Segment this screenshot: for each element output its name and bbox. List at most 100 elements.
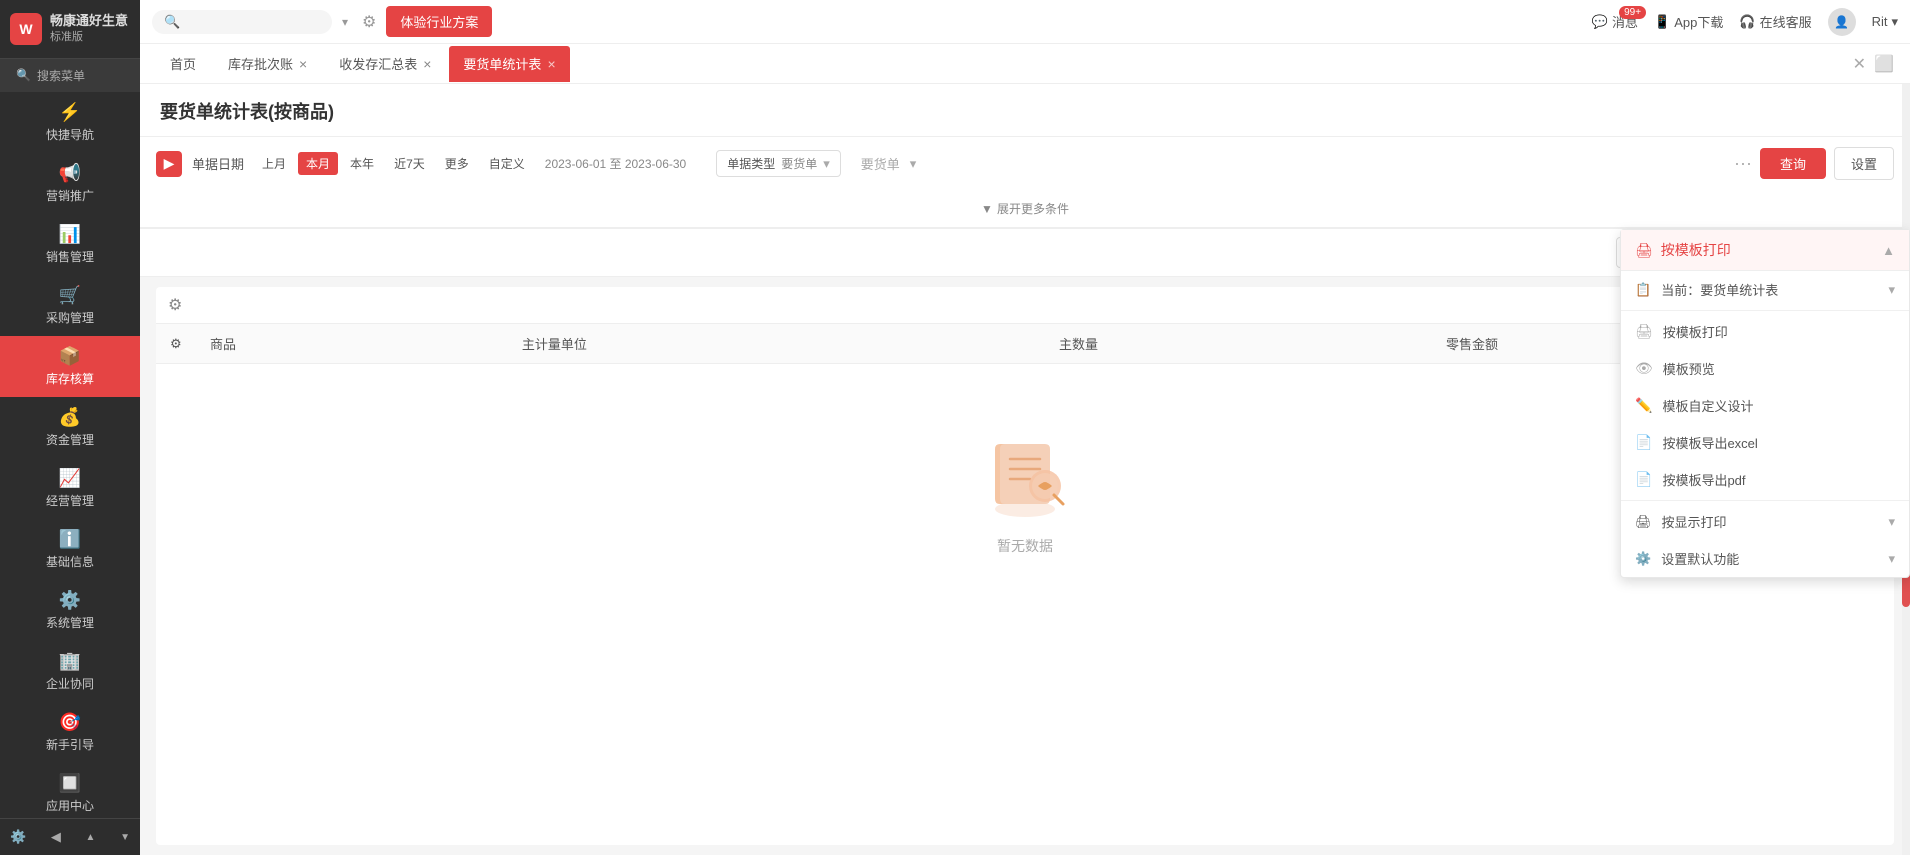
filter-type-selector[interactable]: 单据类型 要货单 ▾	[716, 150, 841, 177]
search-input[interactable]	[180, 15, 300, 29]
query-btn[interactable]: 查询	[1760, 148, 1826, 179]
tab-inventory-batch[interactable]: 库存批次账 ×	[214, 46, 321, 82]
message-icon: 💬	[1592, 14, 1608, 30]
settings-icon[interactable]: ⚙️	[10, 829, 26, 845]
sidebar-item-icon: 📦	[59, 346, 81, 367]
dropdown-current-template[interactable]: 📋 当前：要货单统计表 ▾	[1621, 271, 1909, 308]
sidebar-item-system[interactable]: ⚙️ 系统管理	[0, 580, 140, 641]
sidebar-logo: W 畅康通好生意 标准版	[0, 0, 140, 59]
sidebar-item-label: 采购管理	[46, 309, 94, 326]
trial-btn[interactable]: 体验行业方案	[386, 6, 492, 37]
sidebar-item-icon: ℹ️	[59, 529, 81, 550]
sidebar-item-icon: 📈	[59, 468, 81, 489]
filter-expand-btn[interactable]: ▶	[156, 151, 182, 177]
col-gear: ⚙	[156, 324, 196, 364]
scroll-down-btn[interactable]: ▼	[120, 832, 130, 843]
sidebar-item-label: 快捷导航	[46, 126, 94, 143]
scroll-up-btn[interactable]: ▲	[86, 832, 96, 843]
collapse-icon[interactable]: ◀	[51, 829, 61, 845]
tab-maximize-icon[interactable]: ⬜	[1874, 54, 1894, 74]
tab-home[interactable]: 首页	[156, 46, 210, 82]
sidebar-item-label: 销售管理	[46, 248, 94, 265]
dropdown-item-set-default[interactable]: ⚙️ 设置默认功能 ▾	[1621, 540, 1909, 577]
sidebar-item-enterprise[interactable]: 🏢 企业协同	[0, 641, 140, 702]
sidebar-item-icon: 🏢	[59, 651, 81, 672]
messages-btn[interactable]: 💬 消息 99+	[1592, 12, 1638, 31]
sidebar-item-label: 资金管理	[46, 431, 94, 448]
date-option-custom[interactable]: 自定义	[481, 152, 533, 175]
tabs-bar: 首页 库存批次账 × 收发存汇总表 × 要货单统计表 × ✕ ⬜	[140, 44, 1910, 84]
print-header-icon: 🖨	[1635, 242, 1653, 259]
tab-order-stats[interactable]: 要货单统计表 ×	[449, 46, 569, 82]
sidebar-item-label: 系统管理	[46, 614, 94, 631]
sidebar-item-app-center[interactable]: 🔲 应用中心	[0, 763, 140, 818]
sidebar-item-marketing[interactable]: 📢 营销推广	[0, 153, 140, 214]
tab-receipts-summary-close[interactable]: ×	[423, 57, 431, 71]
date-option-this-month[interactable]: 本月	[298, 152, 338, 175]
more-options-icon[interactable]: ···	[1734, 153, 1752, 174]
tab-order-stats-close[interactable]: ×	[547, 57, 555, 71]
filter-date-options: 上月 本月 本年 近7天 更多 自定义 2023-06-01 至 2023-06…	[254, 152, 686, 175]
tab-inventory-batch-close[interactable]: ×	[299, 57, 307, 71]
table-gear-icon[interactable]: ⚙	[168, 295, 182, 315]
dropdown-item-template-custom[interactable]: ✏️ 模板自定义设计	[1621, 387, 1909, 424]
col-gear-icon[interactable]: ⚙	[170, 336, 182, 351]
sidebar-item-quick-nav[interactable]: ⚡ 快捷导航	[0, 92, 140, 153]
topbar-right: 💬 消息 99+ 📱 App下载 🎧 在线客服 👤 Rit ▾	[1592, 8, 1898, 36]
sidebar-item-operations[interactable]: 📈 经营管理	[0, 458, 140, 519]
topbar-dropdown-arrow[interactable]: ▾	[342, 15, 348, 29]
content-actions-wrapper: 🖨 按模板打印 ▲ ⬆ 导出 ↺ 刷新 🖨 按模板打印	[140, 229, 1910, 277]
topbar-gear-icon[interactable]: ⚙	[362, 12, 376, 32]
settings-btn[interactable]: 设置	[1834, 147, 1894, 180]
user-name[interactable]: Rit ▾	[1872, 14, 1898, 30]
sidebar-item-icon: 📢	[59, 163, 81, 184]
tab-close-all-icon[interactable]: ✕	[1853, 54, 1866, 74]
sidebar-search[interactable]: 🔍 搜索菜单	[0, 59, 140, 92]
sidebar-item-purchase[interactable]: 🛒 采购管理	[0, 275, 140, 336]
sidebar-item-newbie[interactable]: 🎯 新手引导	[0, 702, 140, 763]
dropdown-item-template-excel[interactable]: 📄 按模板导出excel	[1621, 424, 1909, 461]
template-custom-icon: ✏️	[1635, 397, 1652, 414]
user-avatar[interactable]: 👤	[1828, 8, 1856, 36]
col-quantity: 主数量	[1045, 324, 1432, 364]
service-icon: 🎧	[1739, 14, 1755, 30]
sidebar-item-icon: 📊	[59, 224, 81, 245]
current-dropdown-arrow: ▾	[1888, 282, 1895, 298]
sidebar-item-finance[interactable]: 💰 资金管理	[0, 397, 140, 458]
date-option-this-year[interactable]: 本年	[342, 152, 382, 175]
sidebar-item-icon: 🛒	[59, 285, 81, 306]
tab-home-label: 首页	[170, 54, 196, 73]
sidebar-item-label: 新手引导	[46, 736, 94, 753]
dropdown-header[interactable]: 🖨 按模板打印 ▲	[1621, 230, 1909, 271]
sidebar-nav: ⚡ 快捷导航 📢 营销推广 📊 销售管理 🛒 采购管理 📦 库存核算 💰 资金管…	[0, 92, 140, 818]
dropdown-set-default-left: ⚙️ 设置默认功能	[1635, 549, 1739, 568]
col-unit: 主计量单位	[508, 324, 1045, 364]
sidebar-item-basic-info[interactable]: ℹ️ 基础信息	[0, 519, 140, 580]
topbar: 🔍 ▾ ⚙ 体验行业方案 💬 消息 99+ 📱 App下载 🎧 在线客服 👤	[140, 0, 1910, 44]
dropdown-divider-2	[1621, 500, 1909, 501]
dropdown-divider-1	[1621, 310, 1909, 311]
filter-section: ▶ 单据日期 上月 本月 本年 近7天 更多 自定义 2023-06-01 至 …	[140, 137, 1910, 229]
dropdown-item-display-print[interactable]: 🖨 按显示打印 ▾	[1621, 503, 1909, 540]
expand-more-btn[interactable]: ▼ 展开更多条件	[969, 196, 1081, 221]
online-service-btn[interactable]: 🎧 在线客服	[1739, 12, 1811, 31]
dropdown-current-left: 📋 当前：要货单统计表	[1635, 280, 1778, 299]
date-option-more[interactable]: 更多	[437, 152, 477, 175]
dropdown-item-template-print[interactable]: 🖨 按模板打印	[1621, 313, 1909, 350]
sidebar-item-inventory[interactable]: 📦 库存核算	[0, 336, 140, 397]
date-option-last-month[interactable]: 上月	[254, 152, 294, 175]
tabs-controls: ✕ ⬜	[1853, 54, 1894, 74]
dropdown-item-template-pdf[interactable]: 📄 按模板导出pdf	[1621, 461, 1909, 498]
display-print-icon: 🖨	[1635, 514, 1652, 530]
filter-extra-label: 要货单	[861, 154, 900, 173]
filter-extra-dropdown-icon: ▾	[910, 156, 917, 172]
sidebar-bottom: ⚙️ ◀ ▲ ▼	[0, 818, 140, 855]
app-download-btn[interactable]: 📱 App下载	[1654, 12, 1723, 31]
template-pdf-icon: 📄	[1635, 471, 1652, 488]
avatar-placeholder: 👤	[1834, 15, 1849, 29]
tab-receipts-summary[interactable]: 收发存汇总表 ×	[325, 46, 445, 82]
dropdown-item-template-preview[interactable]: 👁 模板预览	[1621, 350, 1909, 387]
date-option-7days[interactable]: 近7天	[386, 152, 433, 175]
topbar-search-box[interactable]: 🔍	[152, 10, 332, 34]
sidebar-item-sales[interactable]: 📊 销售管理	[0, 214, 140, 275]
